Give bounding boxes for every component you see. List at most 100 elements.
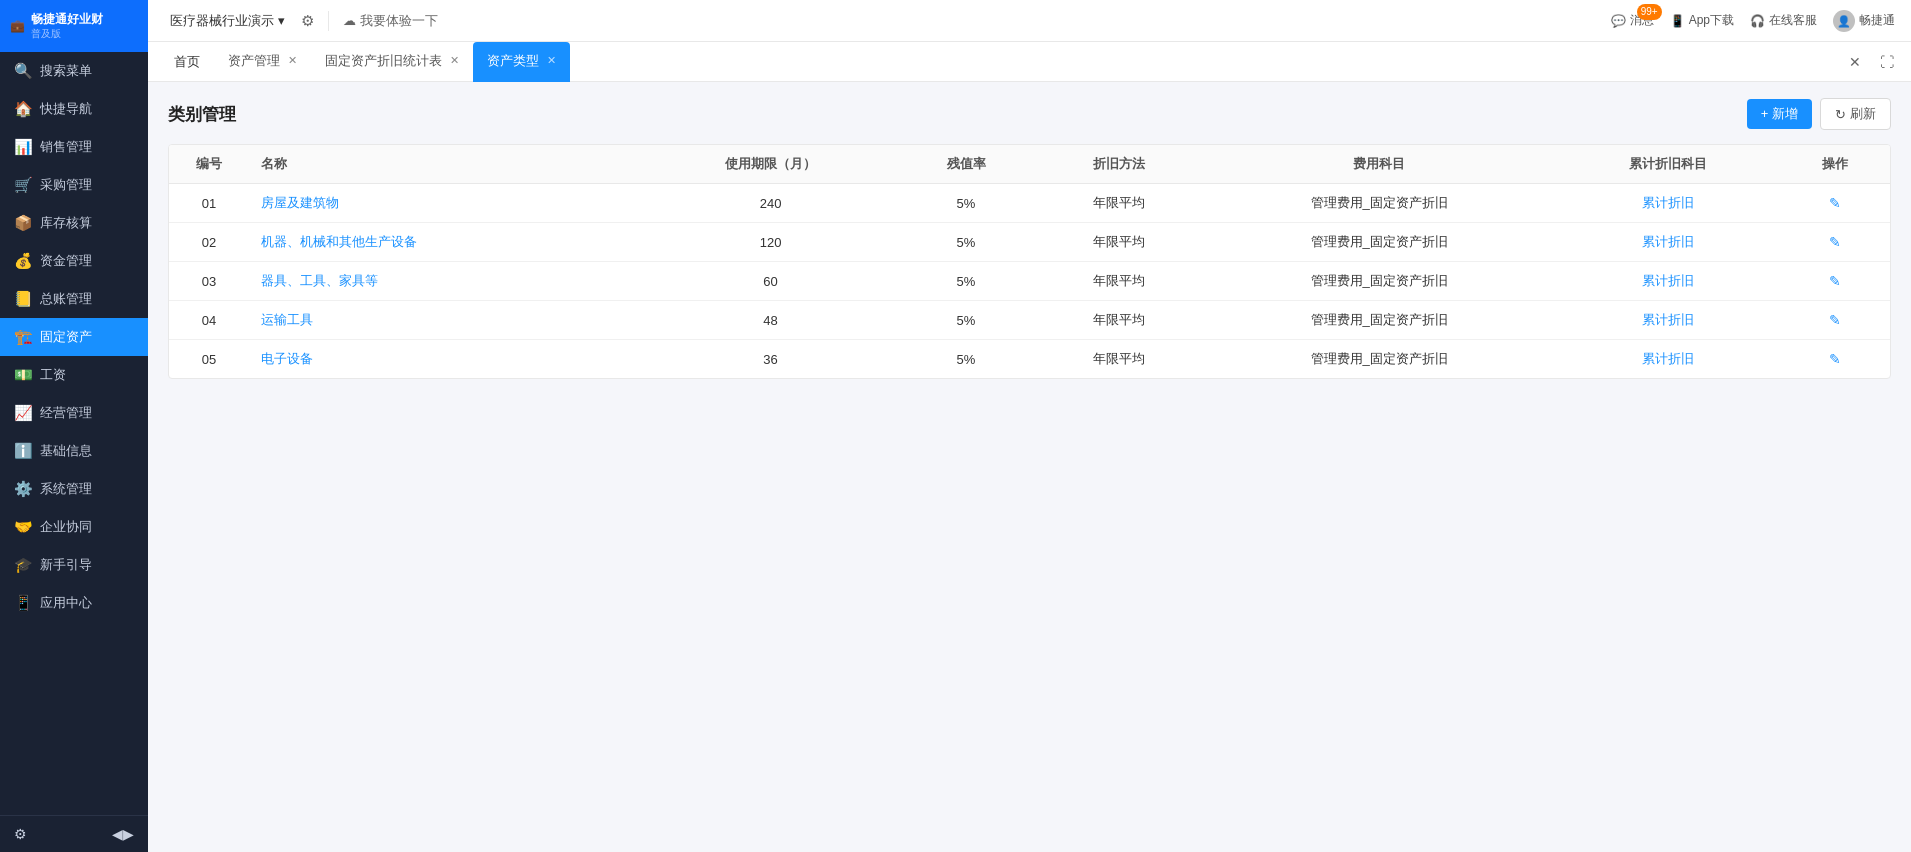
cell-action: ✎	[1780, 223, 1890, 262]
collapse-icon[interactable]: ◀▶	[112, 826, 134, 842]
cell-method: 年限平均	[1035, 262, 1202, 301]
service-icon: 🎧	[1750, 14, 1765, 28]
tab-depreciation[interactable]: 固定资产折旧统计表 ✕	[311, 42, 473, 82]
add-button[interactable]: + 新增	[1747, 99, 1812, 129]
cell-method: 年限平均	[1035, 184, 1202, 223]
tab-asset-type-close[interactable]: ✕	[547, 54, 556, 67]
cell-accumulated: 累计折旧	[1556, 262, 1780, 301]
app-download-label: App下载	[1689, 12, 1734, 29]
sidebar-menu: 🔍 搜索菜单 🏠快捷导航📊销售管理 🛒 采购管理 📦库存核算💰资金管理 📒 总账管理 🏗️固定资…	[0, 52, 148, 815]
edit-icon[interactable]: ✎	[1829, 312, 1841, 328]
edit-icon[interactable]: ✎	[1829, 195, 1841, 211]
cell-id: 04	[169, 301, 249, 340]
messages-badge: 99+	[1637, 4, 1662, 20]
tabbar: 首页 资产管理 ✕ 固定资产折旧统计表 ✕ 资产类型 ✕ ✕ ⛶	[148, 42, 1911, 82]
sidebar-item-label: 库存核算	[40, 214, 92, 232]
quick_nav-icon: 🏠	[14, 100, 32, 118]
sidebar-item-search[interactable]: 🔍 搜索菜单	[0, 52, 148, 90]
sidebar-item-label: 总账管理	[40, 290, 92, 308]
sidebar-item-finance[interactable]: 💰资金管理	[0, 242, 148, 280]
sidebar-item-payroll[interactable]: 💵工资	[0, 356, 148, 394]
sidebar-item-label: 采购管理	[40, 176, 92, 194]
edit-icon[interactable]: ✎	[1829, 351, 1841, 367]
table-header: 编号 名称 使用期限（月） 残值率 折旧方法 费用科目 累计折旧科目 操作	[169, 145, 1890, 184]
table-row: 01 房屋及建筑物 240 5% 年限平均 管理费用_固定资产折旧 累计折旧 ✎	[169, 184, 1890, 223]
cell-residual: 5%	[897, 301, 1035, 340]
cell-accumulated: 累计折旧	[1556, 223, 1780, 262]
sidebar-item-app_center[interactable]: 📱应用中心	[0, 584, 148, 622]
sidebar-item-sales[interactable]: 📊销售管理	[0, 128, 148, 166]
sidebar-bottom: ⚙ ◀▶	[0, 815, 148, 852]
col-method: 折旧方法	[1035, 145, 1202, 184]
avatar: 👤	[1833, 10, 1855, 32]
sidebar-item-label: 基础信息	[40, 442, 92, 460]
expand-tab-btn[interactable]: ⛶	[1875, 50, 1899, 74]
cell-method: 年限平均	[1035, 223, 1202, 262]
gear-icon[interactable]: ⚙	[301, 12, 314, 30]
cell-id: 05	[169, 340, 249, 379]
tab-home[interactable]: 首页	[160, 42, 214, 82]
content-area: 类别管理 + 新增 ↻ 刷新 编号 名称 使用期限（月） 残值率 折旧方法	[148, 82, 1911, 852]
divider	[328, 11, 329, 31]
refresh-button[interactable]: ↻ 刷新	[1820, 98, 1891, 130]
cell-method: 年限平均	[1035, 340, 1202, 379]
close-tab-btn[interactable]: ✕	[1843, 50, 1867, 74]
user-btn[interactable]: 👤 畅捷通	[1833, 10, 1895, 32]
sidebar-item-label: 应用中心	[40, 594, 92, 612]
fixed_asset-icon: 🏗️	[14, 328, 32, 346]
cell-id: 01	[169, 184, 249, 223]
sidebar-item-base_info[interactable]: ℹ️基础信息	[0, 432, 148, 470]
tab-asset-mgmt[interactable]: 资产管理 ✕	[214, 42, 311, 82]
sidebar-item-cooperation[interactable]: 🤝企业协同	[0, 508, 148, 546]
sidebar-item-inventory[interactable]: 📦库存核算	[0, 204, 148, 242]
settings-icon[interactable]: ⚙	[14, 826, 27, 842]
cell-accumulated: 累计折旧	[1556, 184, 1780, 223]
sidebar-item-fixed_asset[interactable]: 🏗️固定资产	[0, 318, 148, 356]
tab-asset-mgmt-close[interactable]: ✕	[288, 54, 297, 67]
search-icon: 🔍	[14, 62, 32, 80]
experience-btn[interactable]: ☁ 我要体验一下	[343, 12, 438, 30]
sidebar-item-guide[interactable]: 🎓新手引导	[0, 546, 148, 584]
customer-service-btn[interactable]: 🎧 在线客服	[1750, 12, 1817, 29]
cell-period: 60	[644, 262, 897, 301]
cell-expense: 管理费用_固定资产折旧	[1202, 340, 1556, 379]
cell-id: 03	[169, 262, 249, 301]
edit-icon[interactable]: ✎	[1829, 273, 1841, 289]
edit-icon[interactable]: ✎	[1829, 234, 1841, 250]
col-id: 编号	[169, 145, 249, 184]
sidebar-item-system[interactable]: ⚙️系统管理	[0, 470, 148, 508]
experience-label: 我要体验一下	[360, 12, 438, 30]
tab-asset-type[interactable]: 资产类型 ✕	[473, 42, 570, 82]
cell-name: 电子设备	[249, 340, 644, 379]
sidebar-item-operations[interactable]: 📈经营管理	[0, 394, 148, 432]
sidebar-item-label: 经营管理	[40, 404, 92, 422]
col-period: 使用期限（月）	[644, 145, 897, 184]
cell-residual: 5%	[897, 262, 1035, 301]
main-area: 医疗器械行业演示 ▾ ⚙ ☁ 我要体验一下 💬 消息 99+ 📱 App下载 🎧…	[148, 0, 1911, 852]
tab-home-label: 首页	[174, 53, 200, 71]
app-select[interactable]: 医疗器械行业演示 ▾	[164, 10, 291, 32]
page-actions: + 新增 ↻ 刷新	[1747, 98, 1891, 130]
cell-method: 年限平均	[1035, 301, 1202, 340]
sidebar: 💼 畅捷通好业财 普及版 🔍搜索菜单🏠快捷导航📊销售管理🛒采购管理📦库存核算💰资…	[0, 0, 148, 852]
system-icon: ⚙️	[14, 480, 32, 498]
cell-expense: 管理费用_固定资产折旧	[1202, 184, 1556, 223]
table-body: 01 房屋及建筑物 240 5% 年限平均 管理费用_固定资产折旧 累计折旧 ✎…	[169, 184, 1890, 379]
tab-depreciation-close[interactable]: ✕	[450, 54, 459, 67]
asset-type-table: 编号 名称 使用期限（月） 残值率 折旧方法 费用科目 累计折旧科目 操作 01…	[168, 144, 1891, 379]
sidebar-item-label: 搜索菜单	[40, 62, 92, 80]
cell-name: 机器、机械和其他生产设备	[249, 223, 644, 262]
sidebar-item-ledger[interactable]: 📒 总账管理	[0, 280, 148, 318]
app-name: 畅捷通好业财	[31, 12, 103, 28]
sidebar-item-purchase[interactable]: 🛒 采购管理	[0, 166, 148, 204]
ledger-icon: 📒	[14, 290, 32, 308]
username-label: 畅捷通	[1859, 12, 1895, 29]
messages-btn[interactable]: 💬 消息 99+	[1611, 12, 1654, 29]
tabbar-actions: ✕ ⛶	[1843, 50, 1899, 74]
cell-name: 房屋及建筑物	[249, 184, 644, 223]
sidebar-item-quick_nav[interactable]: 🏠快捷导航	[0, 90, 148, 128]
table-row: 05 电子设备 36 5% 年限平均 管理费用_固定资产折旧 累计折旧 ✎	[169, 340, 1890, 379]
app-download-btn[interactable]: 📱 App下载	[1670, 12, 1734, 29]
purchase-icon: 🛒	[14, 176, 32, 194]
page-header: 类别管理 + 新增 ↻ 刷新	[168, 98, 1891, 130]
